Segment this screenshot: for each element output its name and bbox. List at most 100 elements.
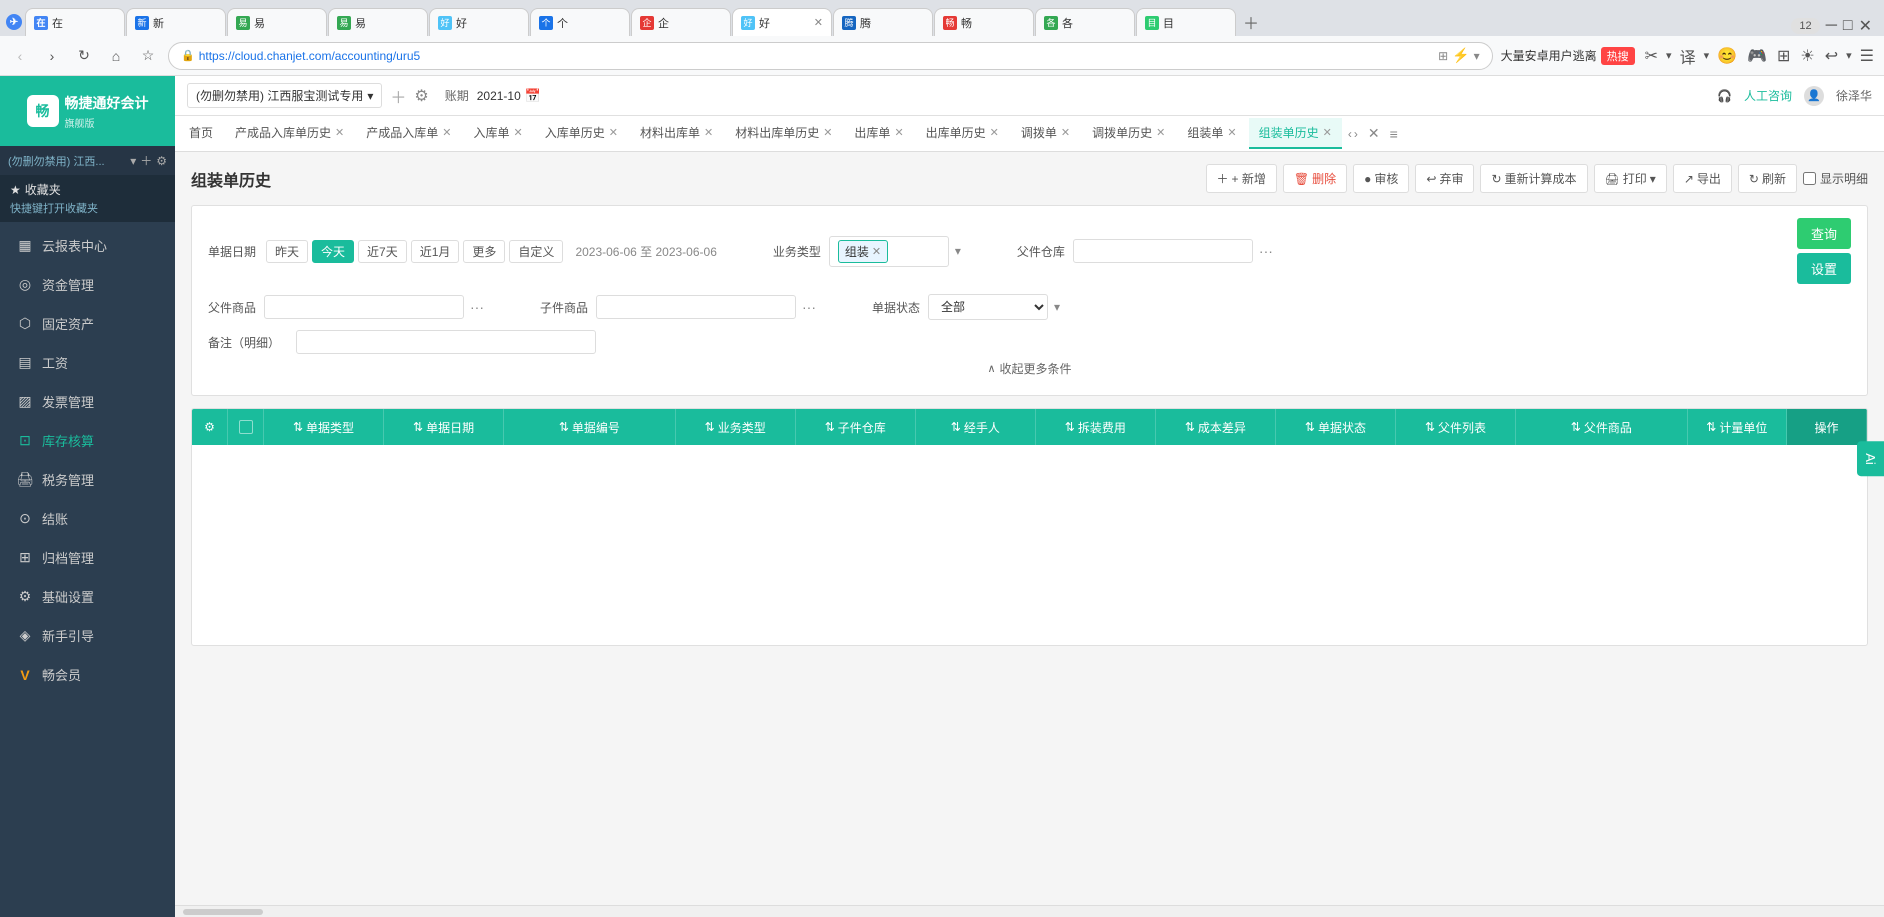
th-parent-list[interactable]: ⇅ 父件列表 [1396, 409, 1516, 445]
tab-8-close[interactable]: ✕ [814, 16, 823, 29]
new-tab-button[interactable]: ＋ [1237, 8, 1265, 36]
refresh-button[interactable]: ↻ 刷新 [1738, 164, 1797, 193]
date-yesterday[interactable]: 昨天 [266, 240, 308, 263]
scrollbar-container[interactable] [175, 905, 1884, 917]
tab-4[interactable]: 易 易 [328, 8, 428, 36]
show-detail-checkbox[interactable]: 显示明细 [1803, 170, 1868, 187]
biz-type-dropdown[interactable]: ▾ [955, 244, 961, 258]
page-tab-allocate[interactable]: 调拨单 ✕ [1011, 118, 1080, 149]
scissors-dropdown[interactable]: ▾ [1666, 49, 1672, 62]
sidebar-item-settings[interactable]: ⚙ 基础设置 [0, 577, 175, 616]
th-handler[interactable]: ⇅ 经手人 [916, 409, 1036, 445]
address-input[interactable]: 🔒 https://cloud.chanjet.com/accounting/u… [168, 42, 1493, 70]
back-button[interactable]: ‹ [8, 44, 32, 68]
lightning-icon[interactable]: ⚡ [1452, 47, 1469, 64]
page-tab-close-material-out-history[interactable]: ✕ [823, 126, 832, 139]
company-settings[interactable]: ⚙ [156, 154, 167, 168]
dropdown-icon[interactable]: ▾ [1474, 49, 1480, 63]
th-unit[interactable]: ⇅ 计量单位 [1688, 409, 1787, 445]
print-button[interactable]: 🖨 打印 ▾ [1594, 164, 1667, 193]
tab-prev-arrow[interactable]: ‹ [1348, 127, 1352, 141]
page-tab-in-order[interactable]: 入库单 ✕ [463, 118, 532, 149]
forward-button[interactable]: › [40, 44, 64, 68]
order-status-dropdown[interactable]: ▾ [1054, 300, 1060, 314]
th-parent-goods[interactable]: ⇅ 父件商品 [1516, 409, 1688, 445]
home-button[interactable]: ⌂ [104, 44, 128, 68]
calendar-icon[interactable]: 📅 [525, 88, 541, 104]
tab-menu-more[interactable]: ≡ [1386, 126, 1402, 142]
translate-icon[interactable]: 译 [1678, 42, 1698, 70]
tab-1[interactable]: 在 在 [25, 8, 125, 36]
human-service-text[interactable]: 人工咨询 [1744, 87, 1792, 104]
close-button[interactable]: ✕ [1859, 16, 1872, 36]
sidebar-item-payroll[interactable]: ▤ 工资 [0, 343, 175, 382]
date-7days[interactable]: 近7天 [358, 240, 407, 263]
page-tab-close-produce-in-history[interactable]: ✕ [335, 126, 344, 139]
company-dropdown[interactable]: ▾ [130, 154, 136, 168]
page-tab-close-produce-in[interactable]: ✕ [442, 126, 451, 139]
th-warehouse[interactable]: ⇅ 子件仓库 [796, 409, 916, 445]
page-tab-close-allocate-history[interactable]: ✕ [1156, 126, 1165, 139]
th-disassemble[interactable]: ⇅ 拆装费用 [1036, 409, 1156, 445]
tab-next-arrow[interactable]: › [1354, 127, 1358, 141]
sidebar-item-assets[interactable]: ⬡ 固定资产 [0, 304, 175, 343]
child-goods-input[interactable] [596, 295, 796, 319]
parent-warehouse-more[interactable]: ··· [1259, 243, 1273, 259]
tab-8[interactable]: 好 好 ✕ [732, 8, 832, 36]
page-tab-in-history[interactable]: 入库单历史 ✕ [535, 118, 628, 149]
add-company-button[interactable]: ＋ [390, 84, 406, 108]
filter-settings-button[interactable]: 设置 [1797, 253, 1851, 284]
sidebar-item-settle[interactable]: ⊙ 结账 [0, 499, 175, 538]
th-status[interactable]: ⇅ 单据状态 [1276, 409, 1396, 445]
tab-9[interactable]: 腾 腾 [833, 8, 933, 36]
sidebar-item-archive[interactable]: ⊞ 归档管理 [0, 538, 175, 577]
page-tab-produce-in-history[interactable]: 产成品入库单历史 ✕ [225, 118, 354, 149]
page-tab-close-out-order[interactable]: ✕ [894, 126, 903, 139]
header-checkbox[interactable] [239, 420, 253, 434]
page-tab-close-allocate[interactable]: ✕ [1061, 126, 1070, 139]
child-goods-more[interactable]: ··· [802, 299, 816, 315]
note-input[interactable] [296, 330, 596, 354]
column-settings-icon[interactable]: ⚙ [204, 420, 215, 434]
parent-goods-more[interactable]: ··· [470, 299, 484, 315]
menu-icon[interactable]: ☰ [1858, 44, 1876, 68]
export-button[interactable]: ↗ 导出 [1673, 164, 1732, 193]
reload-button[interactable]: ↻ [72, 44, 96, 68]
page-tab-assembly[interactable]: 组装单 ✕ [1177, 118, 1246, 149]
date-1month[interactable]: 近1月 [411, 240, 460, 263]
th-checkbox[interactable] [228, 409, 264, 445]
tab-close-all[interactable]: ✕ [1364, 125, 1384, 142]
page-tab-close-assembly[interactable]: ✕ [1227, 126, 1236, 139]
minimize-button[interactable]: ─ [1826, 17, 1837, 35]
company-selector[interactable]: (勿删勿禁用) 江西服宝测试专用 ▾ [187, 83, 382, 108]
sidebar-item-inventory[interactable]: ⊡ 库存核算 [0, 421, 175, 460]
qr-icon[interactable]: ⊞ [1438, 49, 1448, 63]
tab-2[interactable]: 新 新 [126, 8, 226, 36]
emoji-icon[interactable]: 😊 [1715, 44, 1739, 68]
page-tab-close-assembly-history[interactable]: ✕ [1323, 126, 1332, 139]
th-biz[interactable]: ⇅ 业务类型 [676, 409, 796, 445]
page-tab-assembly-history[interactable]: 组装单历史 ✕ [1249, 118, 1342, 149]
sidebar-item-guide[interactable]: ◈ 新手引导 [0, 616, 175, 655]
user-name[interactable]: 徐泽华 [1836, 87, 1872, 104]
query-button[interactable]: 查询 [1797, 218, 1851, 249]
th-settings[interactable]: ⚙ [192, 409, 228, 445]
page-tab-close-out-history[interactable]: ✕ [990, 126, 999, 139]
game-icon[interactable]: 🎮 [1745, 44, 1769, 68]
page-tab-close-in-order[interactable]: ✕ [514, 126, 523, 139]
abandon-button[interactable]: ↩ 弃审 [1415, 164, 1474, 193]
recalculate-button[interactable]: ↻ 重新计算成本 [1480, 164, 1587, 193]
th-date[interactable]: ⇅ 单据日期 [384, 409, 504, 445]
page-tab-allocate-history[interactable]: 调拨单历史 ✕ [1082, 118, 1175, 149]
date-more[interactable]: 更多 [463, 240, 505, 263]
add-company[interactable]: ＋ [140, 152, 152, 169]
biz-type-input-area[interactable]: 组装 ✕ [829, 236, 949, 267]
undo-icon[interactable]: ↩ [1823, 44, 1840, 68]
sun-icon[interactable]: ☀ [1798, 44, 1816, 68]
hot-label[interactable]: 热搜 [1601, 47, 1635, 65]
delete-button[interactable]: 🗑 删除 [1283, 164, 1347, 193]
page-tab-material-out-history[interactable]: 材料出库单历史 ✕ [725, 118, 842, 149]
tab-5[interactable]: 好 好 [429, 8, 529, 36]
maximize-button[interactable]: □ [1843, 17, 1853, 35]
print-dropdown[interactable]: ▾ [1650, 172, 1656, 186]
